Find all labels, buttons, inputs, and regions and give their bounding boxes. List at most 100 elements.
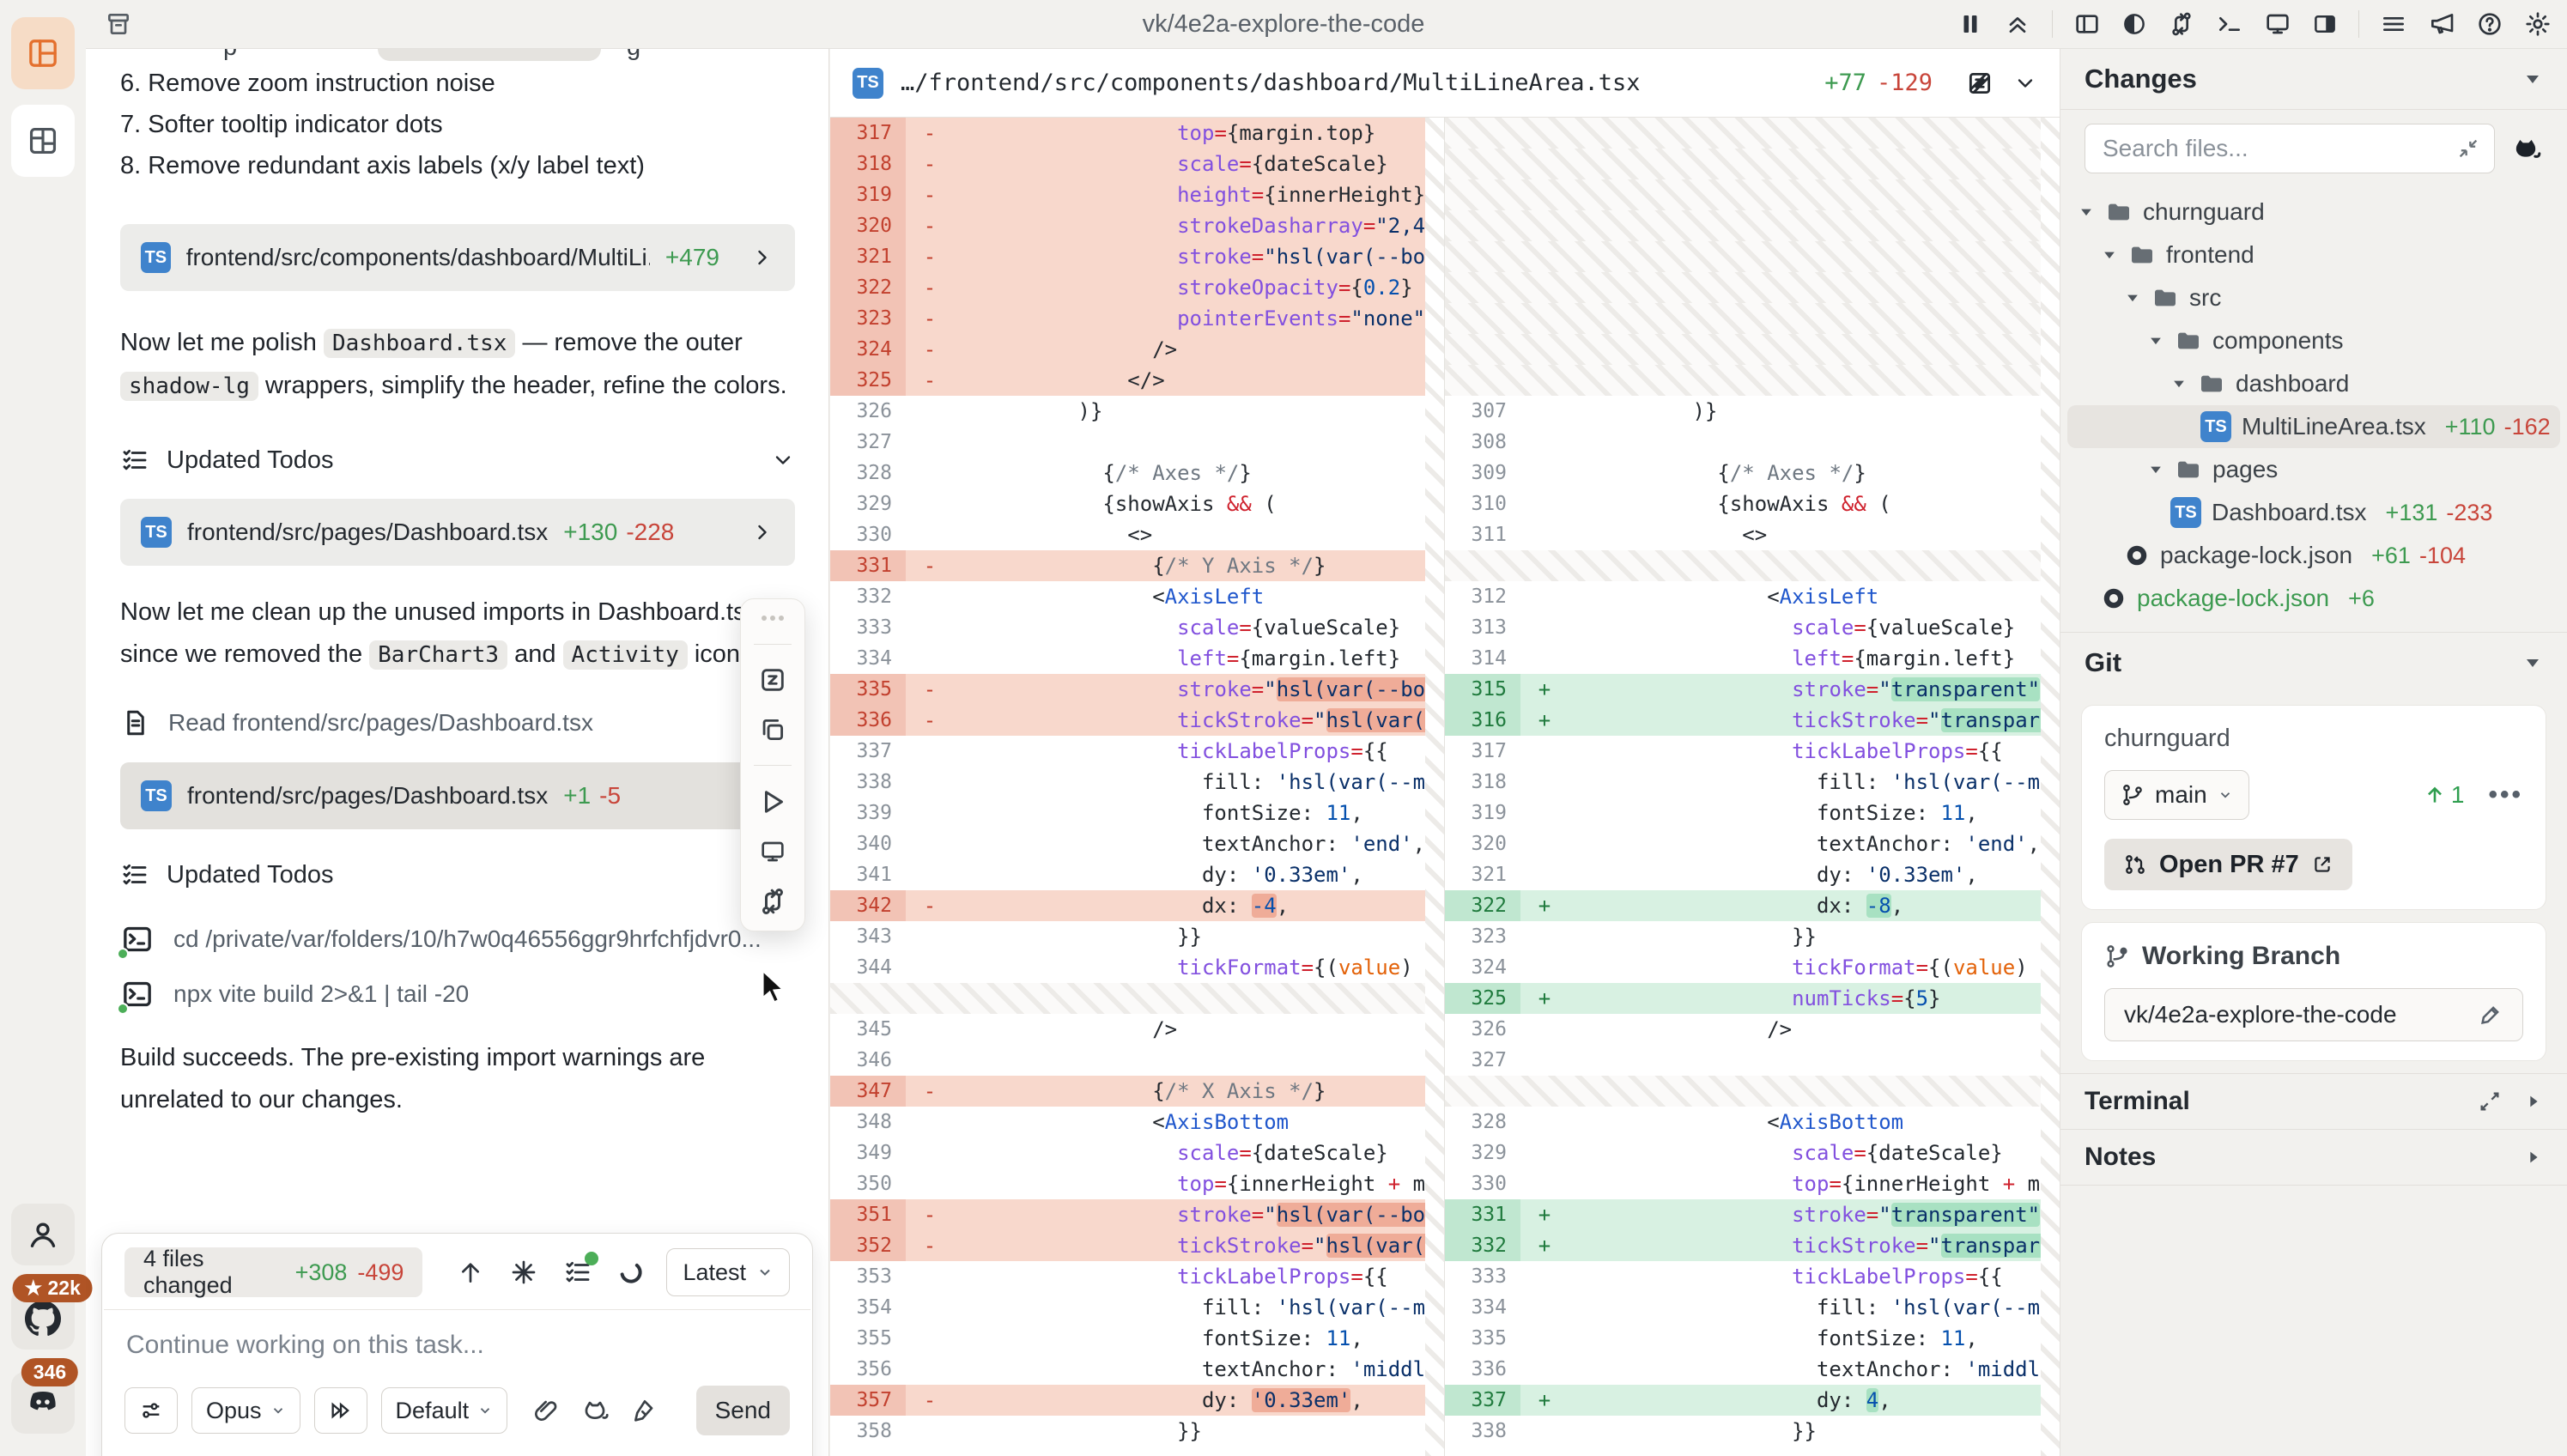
working-branch-field[interactable]: vk/4e2a-explore-the-code bbox=[2104, 988, 2523, 1041]
diff-filler-row bbox=[1445, 149, 2060, 179]
tree-folder-src[interactable]: src bbox=[2060, 276, 2567, 319]
files-changed-chip[interactable]: 4 files changed +308 -499 bbox=[124, 1247, 422, 1297]
menu-icon[interactable] bbox=[2380, 10, 2407, 38]
tree-folder-churnguard[interactable]: churnguard bbox=[2060, 191, 2567, 234]
spark-icon[interactable] bbox=[510, 1259, 537, 1286]
diff-marker: - bbox=[906, 1385, 954, 1416]
chevrons-up-icon[interactable] bbox=[2004, 10, 2031, 38]
tree-folder-dashboard[interactable]: dashboard bbox=[2060, 362, 2567, 405]
contrast-icon[interactable] bbox=[2121, 11, 2147, 37]
diff-body: 317- top={margin.top}318- scale={dateSca… bbox=[830, 118, 2060, 1456]
count-badge: 346 bbox=[21, 1358, 78, 1386]
terminal-section-header[interactable]: Terminal bbox=[2060, 1074, 2567, 1129]
paperclip-icon[interactable] bbox=[531, 1397, 559, 1424]
git-section-header[interactable]: Git bbox=[2060, 633, 2567, 693]
code-text: stroke="hsl(var(--border))" bbox=[954, 1199, 1444, 1230]
send-button[interactable]: Send bbox=[696, 1386, 790, 1435]
rail-footer-discord[interactable]: 346 bbox=[11, 1372, 75, 1434]
diff-line: 345 /> bbox=[830, 1014, 1444, 1045]
cat-icon[interactable] bbox=[2509, 131, 2543, 166]
terminal-command-row[interactable]: npx vite build 2>&1 | tail -20 bbox=[120, 977, 795, 1011]
tree-folder-frontend[interactable]: frontend bbox=[2060, 234, 2567, 276]
line-number: 348 bbox=[830, 1107, 906, 1138]
rail-footer-github[interactable]: ★ 22k bbox=[11, 1288, 75, 1350]
tree-file-package-lock.json[interactable]: package-lock.json+61-104 bbox=[2060, 534, 2567, 577]
code-text bbox=[954, 427, 1444, 458]
line-number: 324 bbox=[830, 334, 906, 365]
chevron-down-icon bbox=[756, 1264, 774, 1281]
diff-line: 312 <AxisLeft bbox=[1445, 581, 2060, 612]
monitor-icon[interactable] bbox=[2264, 10, 2291, 38]
github-icon bbox=[25, 1301, 61, 1337]
play-icon[interactable] bbox=[757, 786, 788, 817]
notes-section-header[interactable]: Notes bbox=[2060, 1130, 2567, 1185]
pause-icon[interactable] bbox=[1957, 11, 1983, 37]
pencil-icon[interactable] bbox=[2478, 1002, 2503, 1028]
panel-left-icon[interactable] bbox=[2073, 10, 2101, 38]
diff-line: 337 tickLabelProps={{ bbox=[830, 736, 1444, 767]
tool-call-row[interactable]: Read frontend/src/pages/Dashboard.tsx bbox=[120, 707, 795, 738]
copy-icon[interactable] bbox=[758, 715, 787, 744]
todo-list-icon[interactable] bbox=[563, 1258, 592, 1287]
tree-folder-pages[interactable]: pages bbox=[2060, 448, 2567, 491]
model-dropdown[interactable]: Opus bbox=[191, 1387, 300, 1434]
monitor-icon[interactable] bbox=[759, 838, 786, 865]
terminal-command-row[interactable]: cd /private/var/folders/10/h7w0q46556ggr… bbox=[120, 922, 795, 956]
chat-input[interactable]: Continue working on this task... bbox=[102, 1310, 812, 1380]
file-change-chip[interactable]: TSfrontend/src/pages/Dashboard.tsx+1-5 bbox=[120, 762, 795, 829]
rail-item-layout-panel[interactable] bbox=[11, 17, 75, 89]
tree-file-MultiLineArea.tsx[interactable]: TSMultiLineArea.tsx+110-162 bbox=[2067, 405, 2560, 448]
changes-section-header[interactable]: Changes bbox=[2060, 49, 2567, 109]
line-number: 356 bbox=[830, 1354, 906, 1385]
swap-arrows-icon[interactable] bbox=[2168, 10, 2195, 38]
settings-sliders-button[interactable] bbox=[124, 1387, 178, 1434]
git-compare-icon[interactable] bbox=[757, 886, 788, 917]
terminal-icon[interactable] bbox=[2216, 10, 2243, 38]
panel-right-filled-icon[interactable] bbox=[2312, 11, 2338, 37]
drag-handle-dots-icon[interactable] bbox=[758, 613, 787, 623]
arrow-up-icon[interactable] bbox=[457, 1259, 484, 1286]
file-change-chip[interactable]: TSfrontend/src/components/dashboard/Mult… bbox=[120, 224, 795, 291]
folder-icon bbox=[2105, 198, 2133, 226]
tree-folder-components[interactable]: components bbox=[2060, 319, 2567, 362]
spinner-icon[interactable] bbox=[618, 1259, 644, 1285]
tree-file-package-lock.json[interactable]: package-lock.json+6 bbox=[2060, 577, 2567, 620]
fast-forward-button[interactable] bbox=[314, 1387, 367, 1434]
code-text: tickStroke="hsl(var(--border))" bbox=[954, 705, 1444, 736]
caret-down-icon bbox=[2147, 332, 2164, 349]
diff-header[interactable]: TS …/frontend/src/components/dashboard/M… bbox=[830, 49, 2060, 118]
file-change-chip[interactable]: TSfrontend/src/pages/Dashboard.tsx+130-2… bbox=[120, 499, 795, 566]
more-options-button[interactable]: ••• bbox=[2488, 780, 2523, 810]
help-icon[interactable] bbox=[2476, 10, 2503, 38]
pen-icon[interactable] bbox=[631, 1397, 658, 1424]
tree-file-Dashboard.tsx[interactable]: TSDashboard.tsx+131-233 bbox=[2060, 491, 2567, 534]
git-title: Git bbox=[2085, 647, 2121, 678]
command-label: cd /private/var/folders/10/h7w0q46556ggr… bbox=[173, 925, 762, 953]
line-number: 323 bbox=[830, 303, 906, 334]
floating-toolbar[interactable] bbox=[740, 598, 805, 931]
megaphone-icon[interactable] bbox=[2428, 10, 2455, 38]
inline-code: shadow-lg bbox=[120, 372, 258, 401]
branch-dropdown[interactable]: main bbox=[2104, 770, 2249, 820]
cat-icon[interactable] bbox=[580, 1395, 610, 1426]
latest-dropdown[interactable]: Latest bbox=[666, 1248, 790, 1296]
diff-line: 339 fontSize: 11, bbox=[830, 798, 1444, 828]
todo-list-line: 6. Remove zoom instruction noise bbox=[120, 63, 794, 104]
chevron-down-icon[interactable] bbox=[2013, 71, 2037, 95]
expand-icon[interactable] bbox=[2478, 1089, 2502, 1113]
code-text: fontSize: 11, bbox=[1569, 798, 2060, 828]
search-input[interactable]: Search files... bbox=[2085, 124, 2495, 173]
rail-item-kanban[interactable] bbox=[11, 105, 75, 177]
updated-todos-row[interactable]: Updated Todos bbox=[120, 860, 795, 889]
line-number: 320 bbox=[1445, 828, 1520, 859]
updated-todos-row[interactable]: Updated Todos bbox=[120, 446, 795, 475]
diff-filler-row bbox=[1445, 1076, 2060, 1107]
rail-footer-person[interactable] bbox=[11, 1204, 75, 1265]
gear-icon[interactable] bbox=[2524, 10, 2552, 38]
diff-options-icon[interactable] bbox=[1965, 69, 1994, 98]
zed-icon[interactable] bbox=[758, 665, 787, 695]
mode-dropdown[interactable]: Default bbox=[381, 1387, 508, 1434]
diff-line: 336 textAnchor: 'middle', bbox=[1445, 1354, 2060, 1385]
open-pr-button[interactable]: Open PR #7 bbox=[2104, 839, 2352, 890]
collapse-icon[interactable] bbox=[2456, 136, 2480, 161]
